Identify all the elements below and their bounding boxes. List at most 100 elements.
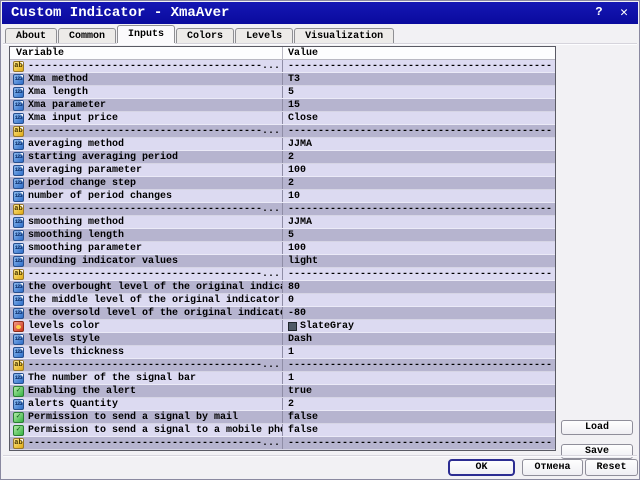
param-label: ---------------------------------------.… — [28, 60, 281, 72]
param-value[interactable]: 100 — [283, 242, 555, 254]
table-header: Variable Value — [10, 47, 555, 60]
text-type-icon: ab — [13, 437, 24, 449]
param-value[interactable]: 5 — [283, 229, 555, 241]
param-value[interactable]: 1 — [283, 372, 555, 384]
param-value[interactable]: false — [283, 411, 555, 423]
number-type-icon: 123 — [13, 294, 24, 306]
param-value[interactable]: 1 — [283, 346, 555, 358]
separator-row[interactable]: ab --------------------------------------… — [10, 268, 555, 281]
number-type-icon: 123 — [13, 86, 24, 98]
param-row[interactable]: levels color SlateGray — [10, 320, 555, 333]
tab-colors[interactable]: Colors — [176, 28, 235, 43]
number-type-icon: 123 — [13, 333, 24, 345]
close-icon[interactable]: ✕ — [617, 5, 631, 20]
param-value[interactable]: false — [283, 424, 555, 436]
param-value[interactable]: 10 — [283, 190, 555, 202]
tab-visualization[interactable]: Visualization — [294, 28, 395, 43]
param-value[interactable]: SlateGray — [283, 320, 555, 332]
param-label: the middle level of the original indicat… — [28, 294, 282, 306]
param-row[interactable]: 123 smoothing method JJMA — [10, 216, 555, 229]
param-value[interactable]: 2 — [283, 151, 555, 163]
param-label: period change step — [28, 177, 137, 189]
number-type-icon: 123 — [13, 398, 24, 410]
separator-row[interactable]: ab --------------------------------------… — [10, 437, 555, 450]
param-value[interactable]: Close — [283, 112, 555, 124]
param-label: smoothing parameter — [28, 242, 143, 254]
param-label: Permission to send a signal to a mobile … — [28, 424, 283, 436]
param-row[interactable]: 123 levels thickness 1 — [10, 346, 555, 359]
window-title: Custom Indicator - XmaAver — [11, 5, 230, 21]
param-value[interactable]: T3 — [283, 73, 555, 85]
param-row[interactable]: 123 Xma length 5 — [10, 86, 555, 99]
param-row[interactable]: 123 The number of the signal bar 1 — [10, 372, 555, 385]
load-button[interactable]: Load — [561, 420, 633, 435]
param-label: rounding indicator values — [28, 255, 179, 267]
text-type-icon: ab — [13, 60, 24, 72]
cancel-button[interactable]: Отмена — [522, 459, 583, 476]
color-name: SlateGray — [300, 320, 355, 332]
param-label: Xma method — [28, 73, 89, 85]
param-label: smoothing method — [28, 216, 125, 228]
param-value[interactable]: 0 — [283, 294, 555, 306]
reset-button[interactable]: Reset — [585, 459, 638, 476]
param-value[interactable]: true — [283, 385, 555, 397]
param-row[interactable]: 123 the middle level of the original indi… — [10, 294, 555, 307]
tab-common[interactable]: Common — [58, 28, 117, 43]
param-value[interactable]: -80 — [283, 307, 555, 319]
param-row[interactable]: 123 starting averaging period 2 — [10, 151, 555, 164]
number-type-icon: 123 — [13, 99, 24, 111]
param-row[interactable]: ✓ Enabling the alert true — [10, 385, 555, 398]
param-value: ----------------------------------------… — [288, 437, 553, 449]
text-type-icon: ab — [13, 203, 24, 215]
param-row[interactable]: ✓ Permission to send a signal by mail fals… — [10, 411, 555, 424]
param-row[interactable]: 123 number of period changes 10 — [10, 190, 555, 203]
param-value[interactable]: JJMA — [283, 138, 555, 150]
param-row[interactable]: ✓ Permission to send a signal to a mobile… — [10, 424, 555, 437]
tab-inputs[interactable]: Inputs — [117, 25, 176, 43]
separator-row[interactable]: ab --------------------------------------… — [10, 125, 555, 138]
param-row[interactable]: 123 alerts Quantity 2 — [10, 398, 555, 411]
param-row[interactable]: 123 smoothing parameter 100 — [10, 242, 555, 255]
ok-button[interactable]: OK — [448, 459, 515, 476]
param-row[interactable]: 123 smoothing length 5 — [10, 229, 555, 242]
number-type-icon: 123 — [13, 281, 24, 293]
number-type-icon: 123 — [13, 138, 24, 150]
param-row[interactable]: 123 the overbought level of the original … — [10, 281, 555, 294]
param-value[interactable]: 5 — [283, 86, 555, 98]
param-label: Xma length — [28, 86, 89, 98]
param-row[interactable]: 123 period change step 2 — [10, 177, 555, 190]
param-row[interactable]: 123 levels style Dash — [10, 333, 555, 346]
separator-row[interactable]: ab --------------------------------------… — [10, 203, 555, 216]
param-value: ----------------------------------------… — [288, 268, 553, 280]
param-value[interactable]: light — [283, 255, 555, 267]
bool-type-icon: ✓ — [13, 424, 24, 436]
param-value[interactable]: 2 — [283, 177, 555, 189]
number-type-icon: 123 — [13, 73, 24, 85]
param-row[interactable]: 123 averaging parameter 100 — [10, 164, 555, 177]
help-icon[interactable]: ? — [592, 5, 606, 19]
param-label: starting averaging period — [28, 151, 179, 163]
param-value[interactable]: 100 — [283, 164, 555, 176]
param-value[interactable]: 80 — [283, 281, 555, 293]
tab-about[interactable]: About — [5, 28, 58, 43]
number-type-icon: 123 — [13, 307, 24, 319]
param-row[interactable]: 123 averaging method JJMA — [10, 138, 555, 151]
separator-row[interactable]: ab --------------------------------------… — [10, 60, 555, 73]
param-row[interactable]: 123 the oversold level of the original in… — [10, 307, 555, 320]
param-row[interactable]: 123 rounding indicator values light — [10, 255, 555, 268]
param-label: Enabling the alert — [28, 385, 137, 397]
number-type-icon: 123 — [13, 112, 24, 124]
param-row[interactable]: 123 Xma input price Close — [10, 112, 555, 125]
title-bar[interactable]: Custom Indicator - XmaAver ? ✕ — [2, 2, 638, 24]
param-row[interactable]: 123 Xma parameter 15 — [10, 99, 555, 112]
separator-row[interactable]: ab --------------------------------------… — [10, 359, 555, 372]
param-value[interactable]: 15 — [283, 99, 555, 111]
param-label: The number of the signal bar — [28, 372, 197, 384]
tab-levels[interactable]: Levels — [235, 28, 294, 43]
param-value[interactable]: JJMA — [283, 216, 555, 228]
param-value: ----------------------------------------… — [288, 359, 553, 371]
param-row[interactable]: 123 Xma method T3 — [10, 73, 555, 86]
param-label: ---------------------------------------.… — [28, 125, 281, 137]
param-value[interactable]: 2 — [283, 398, 555, 410]
param-value[interactable]: Dash — [283, 333, 555, 345]
